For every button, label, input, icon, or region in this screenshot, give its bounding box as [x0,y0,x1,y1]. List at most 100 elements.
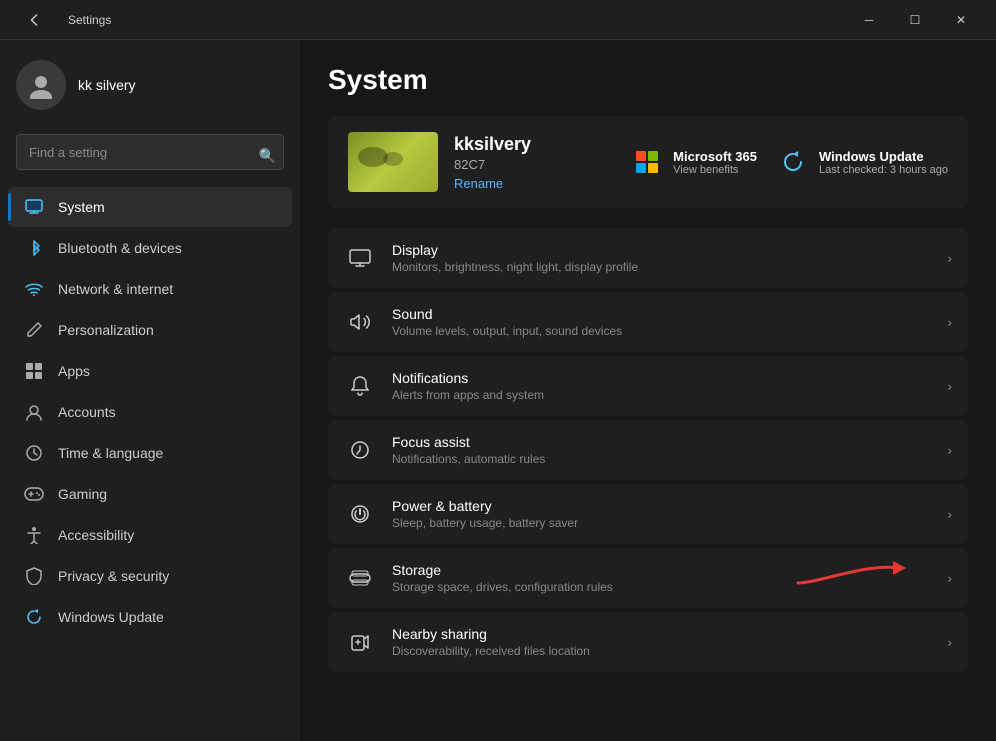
search-icon: 🔍 [259,148,276,165]
time-icon [24,443,44,463]
nearby-icon [344,626,376,658]
sidebar-item-gaming[interactable]: Gaming [8,474,292,514]
settings-item-storage[interactable]: Storage Storage space, drives, configura… [328,548,968,608]
title-bar-left: Settings [12,4,111,36]
sidebar-item-label-apps: Apps [58,363,90,379]
user-thumbnail [348,132,438,192]
settings-item-power[interactable]: Power & battery Sleep, battery usage, ba… [328,484,968,544]
wu-sub: Last checked: 3 hours ago [819,164,948,176]
ms365-text: Microsoft 365 View benefits [673,149,757,176]
wu-action[interactable]: Windows Update Last checked: 3 hours ago [777,146,948,178]
storage-chevron: › [947,570,952,586]
accounts-icon [24,402,44,422]
focus-chevron: › [947,442,952,458]
sound-title: Sound [392,306,931,322]
card-username: kksilvery [454,134,615,155]
sidebar-nav: System Bluetooth & devices [0,186,300,638]
notifications-title: Notifications [392,370,931,386]
notifications-icon [344,370,376,402]
network-icon [24,279,44,299]
settings-item-focus[interactable]: Focus assist Notifications, automatic ru… [328,420,968,480]
user-card-details: kksilvery 82C7 Rename [454,134,615,191]
sidebar-item-apps[interactable]: Apps [8,351,292,391]
personalization-icon [24,320,44,340]
privacy-icon [24,566,44,586]
sidebar-item-label-personalization: Personalization [58,322,154,338]
sidebar-item-label-accessibility: Accessibility [58,527,134,543]
display-sub: Monitors, brightness, night light, displ… [392,260,931,274]
app-title: Settings [68,13,111,27]
sidebar-item-label-privacy: Privacy & security [58,568,169,584]
notifications-chevron: › [947,378,952,394]
sidebar-item-label-gaming: Gaming [58,486,107,502]
page-title: System [328,64,968,96]
sidebar-item-time[interactable]: Time & language [8,433,292,473]
sound-text: Sound Volume levels, output, input, soun… [392,306,931,338]
sidebar-item-network[interactable]: Network & internet [8,269,292,309]
settings-list: Display Monitors, brightness, night ligh… [328,228,968,672]
sidebar-item-personalization[interactable]: Personalization [8,310,292,350]
storage-text: Storage Storage space, drives, configura… [392,562,931,594]
sound-icon [344,306,376,338]
notifications-text: Notifications Alerts from apps and syste… [392,370,931,402]
sound-sub: Volume levels, output, input, sound devi… [392,324,931,338]
title-bar: Settings ─ ☐ ✕ [0,0,996,40]
settings-item-notifications[interactable]: Notifications Alerts from apps and syste… [328,356,968,416]
sidebar-item-label-accounts: Accounts [58,404,116,420]
sidebar-item-label-time: Time & language [58,445,163,461]
user-info-card[interactable]: kksilvery 82C7 Rename Microsof [328,116,968,208]
storage-title: Storage [392,562,931,578]
focus-sub: Notifications, automatic rules [392,452,931,466]
storage-sub: Storage space, drives, configuration rul… [392,580,931,594]
back-button[interactable] [12,4,58,36]
wu-text: Windows Update Last checked: 3 hours ago [819,149,948,176]
sidebar-item-label-network: Network & internet [58,281,173,297]
search-input[interactable] [16,134,284,170]
display-text: Display Monitors, brightness, night ligh… [392,242,931,274]
sidebar-item-accounts[interactable]: Accounts [8,392,292,432]
sidebar-item-bluetooth[interactable]: Bluetooth & devices [8,228,292,268]
sidebar-item-accessibility[interactable]: Accessibility [8,515,292,555]
power-sub: Sleep, battery usage, battery saver [392,516,931,530]
wu-title: Windows Update [819,149,948,164]
settings-item-sound[interactable]: Sound Volume levels, output, input, soun… [328,292,968,352]
storage-icon [344,562,376,594]
app-container: kk silvery 🔍 System [0,40,996,741]
gaming-icon [24,484,44,504]
display-icon [344,242,376,274]
ms365-action[interactable]: Microsoft 365 View benefits [631,146,757,178]
sidebar-item-label-update: Windows Update [58,609,164,625]
close-button[interactable]: ✕ [938,4,984,36]
nearby-title: Nearby sharing [392,626,931,642]
info-card-actions: Microsoft 365 View benefits Windows Upda… [631,146,948,178]
power-icon [344,498,376,530]
search-container: 🔍 [0,126,300,186]
user-profile[interactable]: kk silvery [0,40,300,126]
nearby-chevron: › [947,634,952,650]
rename-link[interactable]: Rename [454,176,615,191]
sidebar-item-privacy[interactable]: Privacy & security [8,556,292,596]
power-title: Power & battery [392,498,931,514]
minimize-button[interactable]: ─ [846,4,892,36]
settings-item-display[interactable]: Display Monitors, brightness, night ligh… [328,228,968,288]
ms365-sub: View benefits [673,164,757,176]
nearby-text: Nearby sharing Discoverability, received… [392,626,931,658]
sidebar: kk silvery 🔍 System [0,40,300,741]
maximize-button[interactable]: ☐ [892,4,938,36]
settings-item-nearby[interactable]: Nearby sharing Discoverability, received… [328,612,968,672]
sound-chevron: › [947,314,952,330]
window-controls: ─ ☐ ✕ [846,4,984,36]
focus-title: Focus assist [392,434,931,450]
sidebar-item-update[interactable]: Windows Update [8,597,292,637]
user-name: kk silvery [78,77,136,93]
system-icon [24,197,44,217]
accessibility-icon [24,525,44,545]
sidebar-item-system[interactable]: System [8,187,292,227]
card-user-id: 82C7 [454,157,615,172]
sidebar-item-label-system: System [58,199,105,215]
ms365-icon [631,146,663,178]
bluetooth-icon [24,238,44,258]
focus-icon [344,434,376,466]
sidebar-item-label-bluetooth: Bluetooth & devices [58,240,182,256]
wu-icon [777,146,809,178]
